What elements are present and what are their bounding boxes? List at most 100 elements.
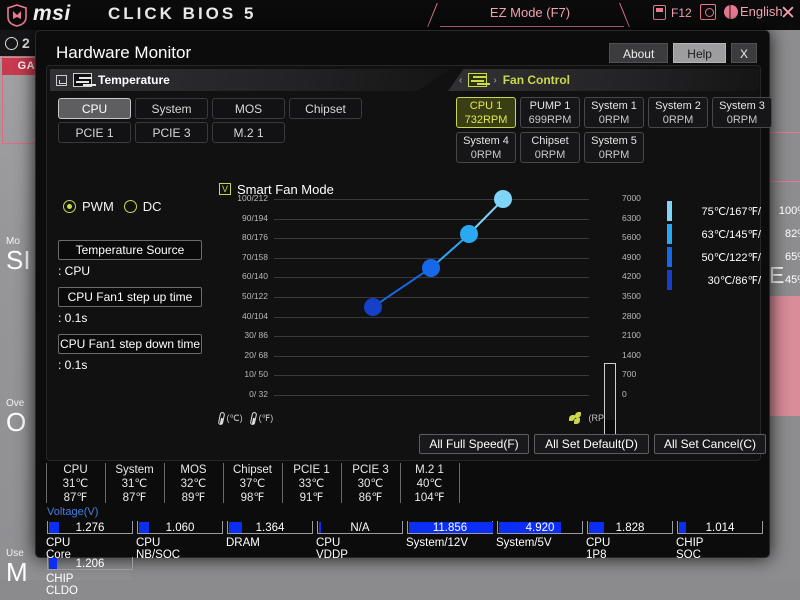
clock-text: 2 [22,35,30,51]
y-axis-tick-right: 2100 [622,330,641,341]
fan-button-pump-1[interactable]: PUMP 1 699RPM [520,97,580,128]
fan-button-system-5[interactable]: System 5 0RPM [584,132,644,163]
y-axis-tick-right: 5600 [622,232,641,243]
gridline [274,316,589,318]
all-set-default-button[interactable]: All Set Default(D) [534,434,649,454]
temp-readout-fahrenheit: 98℉ [240,492,265,504]
fan-chart-icon [468,73,488,87]
thermometer-celsius-icon [217,411,226,426]
fan-panel-header: ‹ › Fan Control [453,69,570,91]
fan-button-system-2[interactable]: System 2 0RPM [648,97,708,128]
step-up-time-button[interactable]: CPU Fan1 step up time [58,287,202,307]
voltage-value: 1.276 [75,522,105,534]
bios-nav-item-0-big: SI [6,245,31,275]
celsius-unit-label: (℃) [226,412,243,423]
fan-prev-arrow-icon[interactable]: ‹ [459,75,462,86]
all-set-cancel-button[interactable]: All Set Cancel(C) [654,434,766,454]
legend-item: 50℃/122℉/ 65% [667,247,800,267]
all-full-speed-button[interactable]: All Full Speed(F) [419,434,529,454]
voltage-value: N/A [350,522,370,534]
bios-bottom-strip [0,580,800,600]
voltage-label: CHIP CLDO [46,573,78,597]
ez-mode-button[interactable]: EZ Mode (F7) [440,0,620,28]
temp-readout-system: System 31℃ 87℉ [105,463,164,505]
curve-point-0[interactable] [363,297,382,316]
fan-button-cpu-1-name: CPU 1 [469,100,503,112]
legend-percent: 100% [778,205,800,217]
bios-nav-item-2-big: M [6,557,28,587]
tab-chipset[interactable]: Chipset [289,98,362,119]
voltage-value: 11.856 [432,522,468,534]
tab-pcie-1[interactable]: PCIE 1 [58,122,131,143]
step-up-time-value: : 0.1s [58,311,88,325]
fan-button-system-5-rpm: 0RPM [598,149,630,161]
gridline [274,355,589,357]
tab-mos[interactable]: MOS [212,98,285,119]
fan-button-system-3[interactable]: System 3 0RPM [712,97,772,128]
product-name-text: CLICK BIOS 5 [108,4,257,23]
temp-readout-name: PCIE 1 [293,464,330,476]
temperature-tabs-row-2: PCIE 1 PCIE 3 M.2 1 [58,122,285,143]
temp-readout-m-2-1: M.2 1 40℃ 104℉ [400,463,459,505]
radio-dc[interactable] [123,200,137,213]
fan-button-chipset-name: Chipset [531,135,569,147]
y-axis-tick-left: 70/158 [242,251,268,262]
temperature-checkbox-icon [56,74,67,86]
voltage-value: 1.060 [165,522,195,534]
curve-point-1[interactable] [421,258,440,277]
voltage-label: CPU 1P8 [586,537,611,561]
fan-button-system-1[interactable]: System 1 0RPM [584,97,644,128]
radio-pwm[interactable] [63,200,76,213]
fan-button-cpu-1[interactable]: CPU 1 732RPM [456,97,516,128]
msi-brand-text: msi [33,2,71,25]
bios-nav-item-1[interactable]: Ove O [6,398,26,435]
fan-next-arrow-icon[interactable]: › [493,75,496,86]
about-button[interactable]: About [608,43,669,63]
bios-top-bar: msi CLICK BIOS 5 EZ Mode (F7) F12 Englis… [0,0,800,30]
gridline [274,277,589,279]
tab-system[interactable]: System [135,98,208,119]
y-axis-tick-right: 0 [622,389,627,399]
rpm-slider-handle[interactable] [604,363,616,435]
monitor-content-area: Temperature CPU System MOS Chipset PCIE … [46,65,772,461]
help-button[interactable]: Help [673,43,726,63]
temp-readout-mos: MOS 32℃ 89℉ [164,463,223,505]
tab-cpu[interactable]: CPU [58,98,131,119]
legend-percent: 65% [784,251,800,263]
fan-button-chipset[interactable]: Chipset 0RPM [520,132,580,163]
y-axis-tick-left: 80/176 [242,232,268,243]
temperature-source-button[interactable]: Temperature Source [58,240,202,260]
tab-pcie-3[interactable]: PCIE 3 [135,122,208,143]
fan-panel-title: Fan Control [502,73,571,87]
search-icon[interactable] [700,4,716,20]
fan-button-system-4[interactable]: System 4 0RPM [456,132,516,163]
bios-nav-item-1-sub: Ove [6,398,25,409]
temp-divider [459,463,460,503]
bios-nav-item-2[interactable]: Use M [6,548,28,585]
language-button[interactable]: English [740,4,783,19]
fan-blade-icon [569,412,582,425]
fan-buttons-row-1: CPU 1 732RPM PUMP 1 699RPM System 1 0RPM… [456,97,772,128]
temperature-source-value: : CPU [58,264,91,278]
fan-button-pump-1-rpm: 699RPM [528,114,572,126]
close-dialog-button[interactable]: X [730,43,757,63]
temp-readout-fahrenheit: 91℉ [299,492,324,504]
fan-button-pump-1-name: PUMP 1 [529,100,571,112]
rpm-slider-fill [605,364,615,420]
f12-screenshot-button[interactable]: F12 [653,5,692,20]
voltage-value: 1.364 [255,522,285,534]
ez-mode-left-edge [427,3,438,27]
close-icon[interactable]: ✕ [780,2,796,25]
legend-temperature: 75℃/167℉/ [701,205,761,218]
bios-nav-item-0[interactable]: Mo SI [6,236,31,273]
voltage-label: System/5V [496,537,552,549]
y-axis-tick-right: 3500 [622,291,641,301]
curve-point-2[interactable] [459,225,478,244]
chart-axis-footer-left: (℃) (℉) [217,411,273,426]
f12-label: F12 [671,5,692,20]
temp-readout-chipset: Chipset 37℃ 98℉ [223,463,282,505]
step-down-time-button[interactable]: CPU Fan1 step down time [58,334,202,354]
y-axis-tick-right: 4200 [622,271,641,282]
fan-button-system-1-rpm: 0RPM [598,114,630,126]
tab-m2-1[interactable]: M.2 1 [212,122,285,143]
